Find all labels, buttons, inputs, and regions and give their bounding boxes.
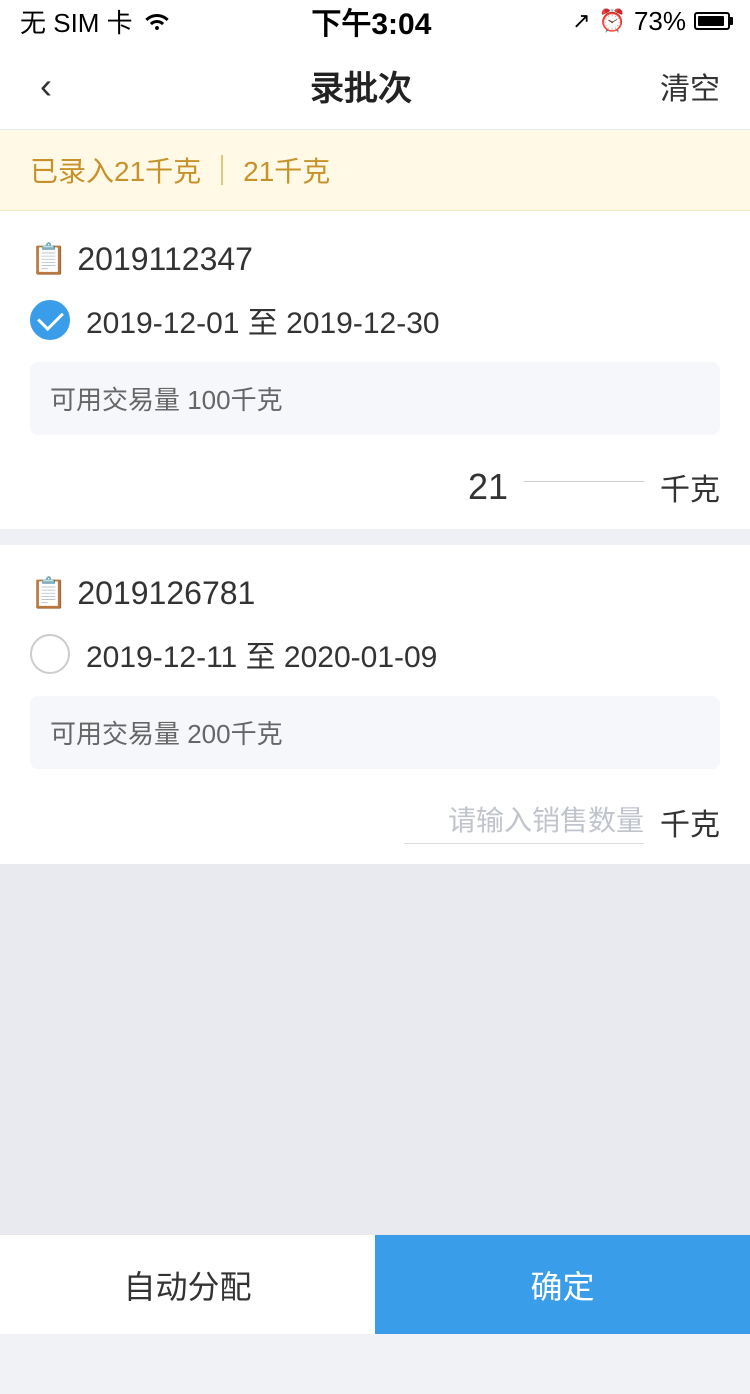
clear-button[interactable]: 清空: [660, 64, 720, 108]
batch-qty-value-1[interactable]: 21: [468, 466, 508, 508]
status-time: 下午3:04: [311, 0, 431, 43]
batch-card-2: 📋 2019126781 2019-12-11 至 2020-01-09 可用交…: [0, 545, 750, 864]
confirm-button[interactable]: 确定: [375, 1235, 750, 1334]
batch-input-row-1: 21 千克: [0, 455, 750, 529]
batch-dates-row-1[interactable]: 2019-12-01 至 2019-12-30: [0, 288, 750, 352]
location-icon: ↗: [572, 8, 590, 34]
batch-radio-1[interactable]: [30, 300, 70, 340]
status-bar: 无 SIM 卡 下午3:04 ↗ ⏰ 73%: [0, 0, 750, 42]
batch-id-2: 2019126781: [77, 575, 255, 612]
nav-bar: ‹ 录批次 清空: [0, 42, 750, 130]
page-title: 录批次: [310, 61, 412, 110]
batch-header-2: 📋 2019126781: [0, 545, 750, 622]
card-separator: [0, 529, 750, 545]
batch-unit-1: 千克: [660, 465, 720, 509]
batch-dates-1: 2019-12-01 至 2019-12-30: [86, 298, 440, 342]
empty-area: [0, 864, 750, 1294]
batch-avail-2: 可用交易量 200千克: [30, 696, 720, 769]
batch-dates-2: 2019-12-11 至 2020-01-09: [86, 632, 437, 676]
batch-unit-2: 千克: [660, 800, 720, 844]
battery-icon: [694, 12, 730, 30]
bottom-bar: 自动分配 确定: [0, 1234, 750, 1334]
summary-total: 21千克: [243, 150, 330, 190]
summary-divider: [221, 155, 223, 185]
batch-qty-placeholder-2[interactable]: 请输入销售数量: [404, 799, 644, 844]
alarm-icon: ⏰: [599, 8, 626, 34]
wifi-icon: [143, 6, 171, 37]
summary-bar: 已录入21千克 21千克: [0, 130, 750, 211]
status-left: 无 SIM 卡: [20, 3, 171, 40]
batch-icon-2: 📋: [30, 576, 67, 611]
batch-radio-2[interactable]: [30, 634, 70, 674]
batch-icon-1: 📋: [30, 242, 67, 277]
batch-card-1: 📋 2019112347 2019-12-01 至 2019-12-30 可用交…: [0, 211, 750, 529]
status-right: ↗ ⏰ 73%: [572, 6, 730, 37]
batch-header-1: 📋 2019112347: [0, 211, 750, 288]
carrier-text: 无 SIM 卡: [20, 3, 133, 40]
batch-input-row-2: 请输入销售数量 千克: [0, 789, 750, 864]
summary-recorded: 已录入21千克: [30, 150, 201, 190]
battery-text: 73%: [634, 6, 686, 37]
auto-distribute-button[interactable]: 自动分配: [0, 1235, 375, 1334]
batch-dates-row-2[interactable]: 2019-12-11 至 2020-01-09: [0, 622, 750, 686]
batch-avail-1: 可用交易量 100千克: [30, 362, 720, 435]
batch-id-1: 2019112347: [77, 241, 253, 278]
back-button[interactable]: ‹: [30, 55, 62, 117]
